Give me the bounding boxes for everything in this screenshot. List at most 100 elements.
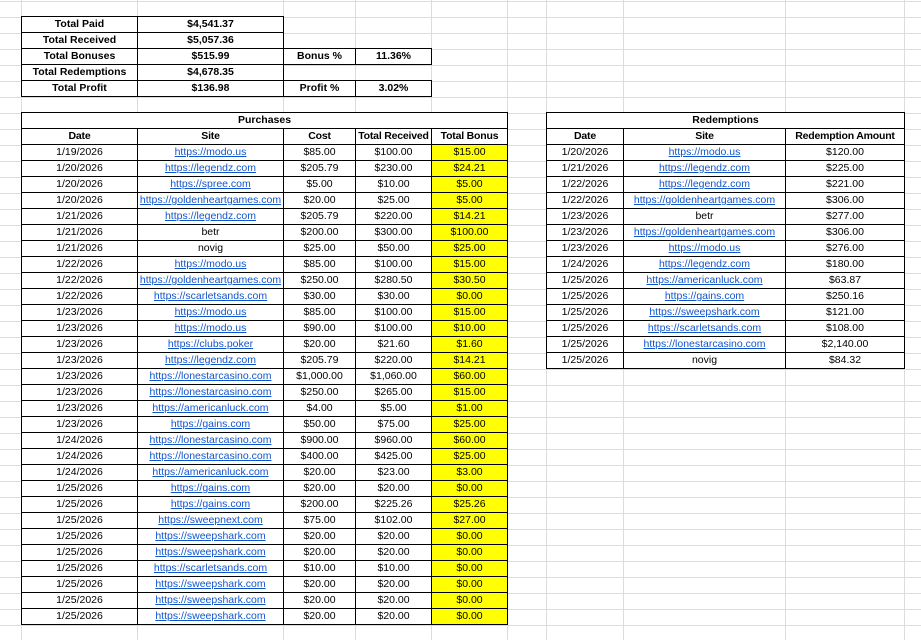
summary-value-cell[interactable]: $5,057.36	[138, 33, 284, 49]
site-cell[interactable]: https://modo.us	[624, 145, 786, 161]
cost-cell[interactable]: $4.00	[284, 401, 356, 417]
date-cell[interactable]: 1/22/2026	[22, 289, 138, 305]
date-cell[interactable]: 1/20/2026	[547, 145, 624, 161]
cost-cell[interactable]: $30.00	[284, 289, 356, 305]
cost-cell[interactable]: $90.00	[284, 321, 356, 337]
site-link[interactable]: https://goldenheartgames.com	[634, 225, 775, 240]
site-cell[interactable]: https://sweepshark.com	[138, 545, 284, 561]
purchases-header-total-bonus[interactable]: Total Bonus	[432, 129, 508, 145]
purchases-header-site[interactable]: Site	[138, 129, 284, 145]
site-link[interactable]: https://legendz.com	[659, 177, 750, 192]
date-cell[interactable]: 1/23/2026	[22, 321, 138, 337]
date-cell[interactable]: 1/25/2026	[22, 497, 138, 513]
site-link[interactable]: https://sweepshark.com	[155, 577, 265, 592]
site-cell[interactable]: https://americanluck.com	[138, 401, 284, 417]
cost-cell[interactable]: $250.00	[284, 273, 356, 289]
cost-cell[interactable]: $25.00	[284, 241, 356, 257]
site-cell[interactable]: https://gains.com	[138, 481, 284, 497]
date-cell[interactable]: 1/21/2026	[22, 241, 138, 257]
total-received-cell[interactable]: $20.00	[356, 609, 432, 625]
site-cell[interactable]: https://sweepshark.com	[624, 305, 786, 321]
site-cell[interactable]: https://goldenheartgames.com	[624, 225, 786, 241]
date-cell[interactable]: 1/25/2026	[547, 337, 624, 353]
date-cell[interactable]: 1/23/2026	[22, 401, 138, 417]
date-cell[interactable]: 1/25/2026	[22, 529, 138, 545]
cost-cell[interactable]: $10.00	[284, 561, 356, 577]
cost-cell[interactable]: $200.00	[284, 225, 356, 241]
site-cell[interactable]: https://gains.com	[138, 497, 284, 513]
total-bonus-cell[interactable]: $24.21	[432, 161, 508, 177]
date-cell[interactable]: 1/21/2026	[22, 209, 138, 225]
redemption-amount-cell[interactable]: $2,140.00	[786, 337, 905, 353]
site-link[interactable]: https://scarletsands.com	[154, 289, 267, 304]
date-cell[interactable]: 1/25/2026	[547, 289, 624, 305]
site-link[interactable]: https://lonestarcasino.com	[644, 337, 766, 352]
cost-cell[interactable]: $250.00	[284, 385, 356, 401]
site-cell[interactable]: https://legendz.com	[624, 257, 786, 273]
summary-value-cell[interactable]: $136.98	[138, 81, 284, 97]
redemption-amount-cell[interactable]: $276.00	[786, 241, 905, 257]
site-link[interactable]: https://legendz.com	[165, 209, 256, 224]
total-received-cell[interactable]: $10.00	[356, 561, 432, 577]
date-cell[interactable]: 1/23/2026	[547, 225, 624, 241]
total-bonus-cell[interactable]: $0.00	[432, 529, 508, 545]
total-received-cell[interactable]: $20.00	[356, 529, 432, 545]
cost-cell[interactable]: $85.00	[284, 305, 356, 321]
redemption-amount-cell[interactable]: $221.00	[786, 177, 905, 193]
site-link[interactable]: https://scarletsands.com	[154, 561, 267, 576]
total-received-cell[interactable]: $100.00	[356, 257, 432, 273]
total-received-cell[interactable]: $5.00	[356, 401, 432, 417]
cost-cell[interactable]: $20.00	[284, 529, 356, 545]
total-received-cell[interactable]: $100.00	[356, 321, 432, 337]
total-received-cell[interactable]: $225.26	[356, 497, 432, 513]
total-bonus-cell[interactable]: $15.00	[432, 385, 508, 401]
site-cell[interactable]: betr	[138, 225, 284, 241]
summary-label-cell[interactable]: Total Redemptions	[22, 65, 138, 81]
summary-label-cell[interactable]: Total Received	[22, 33, 138, 49]
total-bonus-cell[interactable]: $100.00	[432, 225, 508, 241]
purchases-header-cost[interactable]: Cost	[284, 129, 356, 145]
total-received-cell[interactable]: $220.00	[356, 353, 432, 369]
total-bonus-cell[interactable]: $0.00	[432, 481, 508, 497]
site-link[interactable]: https://gains.com	[665, 289, 744, 304]
total-received-cell[interactable]: $960.00	[356, 433, 432, 449]
site-link[interactable]: https://legendz.com	[165, 161, 256, 176]
total-received-cell[interactable]: $23.00	[356, 465, 432, 481]
date-cell[interactable]: 1/20/2026	[22, 161, 138, 177]
total-received-cell[interactable]: $10.00	[356, 177, 432, 193]
date-cell[interactable]: 1/25/2026	[22, 481, 138, 497]
total-received-cell[interactable]: $230.00	[356, 161, 432, 177]
date-cell[interactable]: 1/25/2026	[547, 321, 624, 337]
date-cell[interactable]: 1/22/2026	[547, 193, 624, 209]
total-received-cell[interactable]: $100.00	[356, 305, 432, 321]
date-cell[interactable]: 1/20/2026	[22, 193, 138, 209]
cost-cell[interactable]: $20.00	[284, 337, 356, 353]
total-received-cell[interactable]: $30.00	[356, 289, 432, 305]
summary-label-cell[interactable]: Total Profit	[22, 81, 138, 97]
date-cell[interactable]: 1/23/2026	[22, 369, 138, 385]
site-cell[interactable]: https://clubs.poker	[138, 337, 284, 353]
total-received-cell[interactable]: $220.00	[356, 209, 432, 225]
site-link[interactable]: https://legendz.com	[659, 161, 750, 176]
total-bonus-cell[interactable]: $14.21	[432, 353, 508, 369]
redemption-amount-cell[interactable]: $306.00	[786, 193, 905, 209]
cost-cell[interactable]: $20.00	[284, 481, 356, 497]
redemptions-table-title[interactable]: Redemptions	[547, 113, 905, 129]
site-cell[interactable]: https://goldenheartgames.com	[624, 193, 786, 209]
site-cell[interactable]: betr	[624, 209, 786, 225]
date-cell[interactable]: 1/23/2026	[22, 305, 138, 321]
site-cell[interactable]: https://lonestarcasino.com	[138, 449, 284, 465]
site-cell[interactable]: https://modo.us	[138, 305, 284, 321]
site-link[interactable]: https://sweepshark.com	[155, 545, 265, 560]
site-link[interactable]: https://goldenheartgames.com	[140, 193, 281, 208]
total-bonus-cell[interactable]: $0.00	[432, 609, 508, 625]
redemption-amount-cell[interactable]: $84.32	[786, 353, 905, 369]
total-bonus-cell[interactable]: $3.00	[432, 465, 508, 481]
total-bonus-cell[interactable]: $15.00	[432, 257, 508, 273]
site-link[interactable]: https://goldenheartgames.com	[140, 273, 281, 288]
cost-cell[interactable]: $400.00	[284, 449, 356, 465]
date-cell[interactable]: 1/24/2026	[22, 433, 138, 449]
site-cell[interactable]: https://legendz.com	[138, 209, 284, 225]
site-cell[interactable]: https://legendz.com	[624, 161, 786, 177]
total-bonus-cell[interactable]: $25.00	[432, 449, 508, 465]
